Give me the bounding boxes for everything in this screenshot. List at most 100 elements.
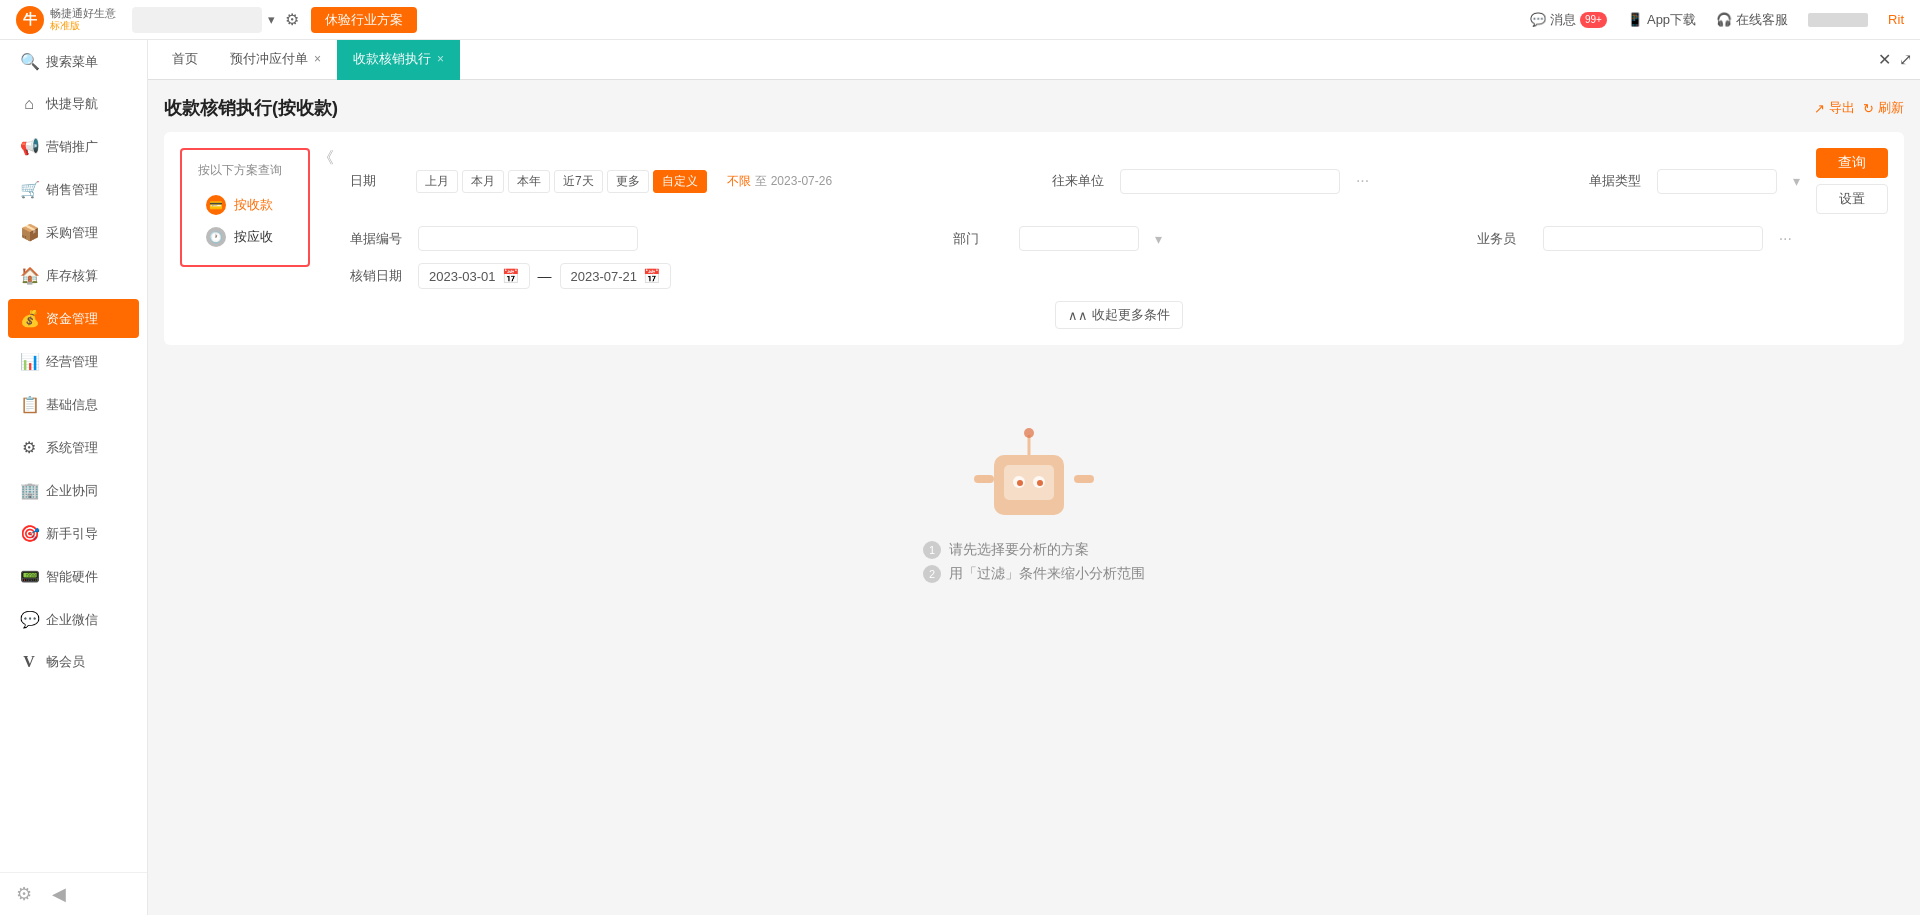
sidebar-item-vip[interactable]: V 畅会员 xyxy=(0,641,147,683)
online-service-btn[interactable]: 🎧 在线客服 xyxy=(1716,11,1788,29)
collapse-more-btn[interactable]: ∧∧ 收起更多条件 xyxy=(1055,301,1183,329)
user-name[interactable]: Rit xyxy=(1888,12,1904,27)
settings-icon[interactable]: ⚙ xyxy=(16,883,32,905)
basic-info-icon: 📋 xyxy=(20,395,38,414)
sidebar-item-inventory[interactable]: 🏠 库存核算 xyxy=(0,254,147,297)
doc-no-input[interactable] xyxy=(418,226,638,251)
date-label: 日期 xyxy=(350,172,400,190)
sidebar-item-guide[interactable]: 🎯 新手引导 xyxy=(0,512,147,555)
app-download-btn[interactable]: 📱 App下载 xyxy=(1627,11,1696,29)
tab-bar-expand-icon[interactable]: ⤢ xyxy=(1899,50,1912,69)
query-button[interactable]: 查询 xyxy=(1816,148,1888,178)
filter-row-3: 核销日期 2023-03-01 📅 — 2023-07-21 📅 xyxy=(350,263,1888,289)
chevron-up-icon: ∧∧ xyxy=(1068,308,1088,323)
date-7days-btn[interactable]: 近7天 xyxy=(554,170,603,193)
date-range-separator: — xyxy=(538,268,552,284)
tab-prepay-offset[interactable]: 预付冲应付单 × xyxy=(214,40,337,80)
dept-select[interactable] xyxy=(1019,226,1139,251)
partner-dots-icon[interactable]: ··· xyxy=(1356,172,1369,190)
date-last-month-btn[interactable]: 上月 xyxy=(416,170,458,193)
filter-row-2: 单据编号 部门 ▾ 业务员 ··· xyxy=(350,226,1888,251)
doc-type-select[interactable] xyxy=(1657,169,1777,194)
search-blurred xyxy=(132,7,262,33)
date-to-label: 至 xyxy=(755,173,767,190)
date-no-limit: 不限 xyxy=(727,173,751,190)
export-button[interactable]: ↗ 导出 xyxy=(1814,99,1855,117)
collapse-more-row: ∧∧ 收起更多条件 xyxy=(350,301,1888,329)
sidebar-item-system[interactable]: ⚙ 系统管理 xyxy=(0,426,147,469)
svg-rect-6 xyxy=(974,475,994,483)
verify-date-label: 核销日期 xyxy=(350,267,402,285)
setting-button[interactable]: 设置 xyxy=(1816,184,1888,214)
tab-home[interactable]: 首页 xyxy=(156,40,214,80)
industry-btn[interactable]: 休验行业方案 xyxy=(311,7,417,33)
date-options: 上月 本月 本年 近7天 更多 自定义 xyxy=(416,170,707,193)
sidebar-item-marketing[interactable]: 📢 营销推广 xyxy=(0,125,147,168)
sidebar-item-operations[interactable]: 📊 经营管理 xyxy=(0,340,147,383)
message-btn[interactable]: 💬 消息 99+ xyxy=(1530,11,1607,29)
gear-icon[interactable]: ⚙ xyxy=(285,10,299,29)
enterprise-collab-icon: 🏢 xyxy=(20,481,38,500)
tab-bar: 首页 预付冲应付单 × 收款核销执行 × ✕ ⤢ xyxy=(148,40,1920,80)
verify-date-start-picker[interactable]: 2023-03-01 📅 xyxy=(418,263,530,289)
collapse-query-panel-btn[interactable]: 《 xyxy=(318,148,334,169)
date-picker-row: 2023-03-01 📅 — 2023-07-21 📅 xyxy=(418,263,671,289)
empty-text: 1 请先选择要分析的方案 2 用「过滤」条件来缩小分析范围 xyxy=(923,541,1145,583)
svg-point-5 xyxy=(1037,480,1043,486)
filter-area: 按以下方案查询 💳 按收款 🕐 按应收 《 xyxy=(164,132,1904,345)
phone-icon: 📱 xyxy=(1627,12,1643,27)
top-bar-right: 💬 消息 99+ 📱 App下载 🎧 在线客服 Rit xyxy=(1530,11,1904,29)
refresh-button[interactable]: ↻ 刷新 xyxy=(1863,99,1904,117)
query-option-by-receivable[interactable]: 🕐 按应收 xyxy=(198,221,292,253)
logo: 牛 畅捷通好生意 标准版 xyxy=(16,6,116,34)
svg-rect-1 xyxy=(1004,465,1054,500)
sidebar-bottom: ⚙ ◀ xyxy=(0,872,147,915)
query-option-by-receipt[interactable]: 💳 按收款 xyxy=(198,189,292,221)
sidebar-item-funds[interactable]: 💰 资金管理 xyxy=(8,299,139,338)
empty-state: 1 请先选择要分析的方案 2 用「过滤」条件来缩小分析范围 xyxy=(164,425,1904,583)
doc-type-chevron-icon: ▾ xyxy=(1793,173,1800,189)
empty-text-item-1: 1 请先选择要分析的方案 xyxy=(923,541,1145,559)
dropdown-icon[interactable]: ▾ xyxy=(268,12,275,27)
search-menu-icon: 🔍 xyxy=(20,52,38,71)
sales-rep-label: 业务员 xyxy=(1477,230,1527,248)
sales-rep-input[interactable] xyxy=(1543,226,1763,251)
vip-icon: V xyxy=(20,653,38,671)
sidebar-item-enterprise-collab[interactable]: 🏢 企业协同 xyxy=(0,469,147,512)
enterprise-wechat-icon: 💬 xyxy=(20,610,38,629)
quick-nav-icon: ⌂ xyxy=(20,95,38,113)
receipt-option-icon: 💳 xyxy=(206,195,226,215)
tab-prepay-close[interactable]: × xyxy=(314,52,321,66)
app-name: 畅捷通好生意 标准版 xyxy=(50,7,116,32)
verify-date-end-picker[interactable]: 2023-07-21 📅 xyxy=(560,263,672,289)
sidebar-item-basic-info[interactable]: 📋 基础信息 xyxy=(0,383,147,426)
sidebar-item-enterprise-wechat[interactable]: 💬 企业微信 xyxy=(0,598,147,641)
receivable-option-icon: 🕐 xyxy=(206,227,226,247)
date-more-btn[interactable]: 更多 xyxy=(607,170,649,193)
page-title: 收款核销执行(按收款) xyxy=(164,96,338,120)
system-icon: ⚙ xyxy=(20,438,38,457)
user-name-blurred xyxy=(1808,13,1868,27)
page-header: 收款核销执行(按收款) ↗ 导出 ↻ 刷新 xyxy=(164,96,1904,120)
empty-svg xyxy=(974,425,1094,525)
date-custom-btn[interactable]: 自定义 xyxy=(653,170,707,193)
partner-input[interactable] xyxy=(1120,169,1340,194)
calendar-start-icon: 📅 xyxy=(502,268,519,284)
main-content: 首页 预付冲应付单 × 收款核销执行 × ✕ ⤢ 收款核销执行(按收款) xyxy=(148,40,1920,915)
tab-receipt-offset[interactable]: 收款核销执行 × xyxy=(337,40,460,80)
date-this-month-btn[interactable]: 本月 xyxy=(462,170,504,193)
dept-chevron-icon: ▾ xyxy=(1155,231,1162,247)
collapse-sidebar-icon[interactable]: ◀ xyxy=(52,883,66,905)
filter-form: 日期 上月 本月 本年 近7天 更多 自定义 不限 至 2023-07 xyxy=(350,148,1888,329)
tab-bar-close-icon[interactable]: ✕ xyxy=(1878,50,1891,69)
sidebar-item-search-menu[interactable]: 🔍 搜索菜单 xyxy=(0,40,147,83)
date-this-year-btn[interactable]: 本年 xyxy=(508,170,550,193)
sales-rep-dots-icon[interactable]: ··· xyxy=(1779,230,1792,248)
sidebar-item-smart-hardware[interactable]: 📟 智能硬件 xyxy=(0,555,147,598)
main-layout: 🔍 搜索菜单 ⌂ 快捷导航 📢 营销推广 🛒 销售管理 📦 采购管理 🏠 库存核… xyxy=(0,40,1920,915)
headset-icon: 🎧 xyxy=(1716,12,1732,27)
tab-receipt-close[interactable]: × xyxy=(437,52,444,66)
sidebar-item-quick-nav[interactable]: ⌂ 快捷导航 xyxy=(0,83,147,125)
sidebar-item-sales[interactable]: 🛒 销售管理 xyxy=(0,168,147,211)
sidebar-item-purchase[interactable]: 📦 采购管理 xyxy=(0,211,147,254)
